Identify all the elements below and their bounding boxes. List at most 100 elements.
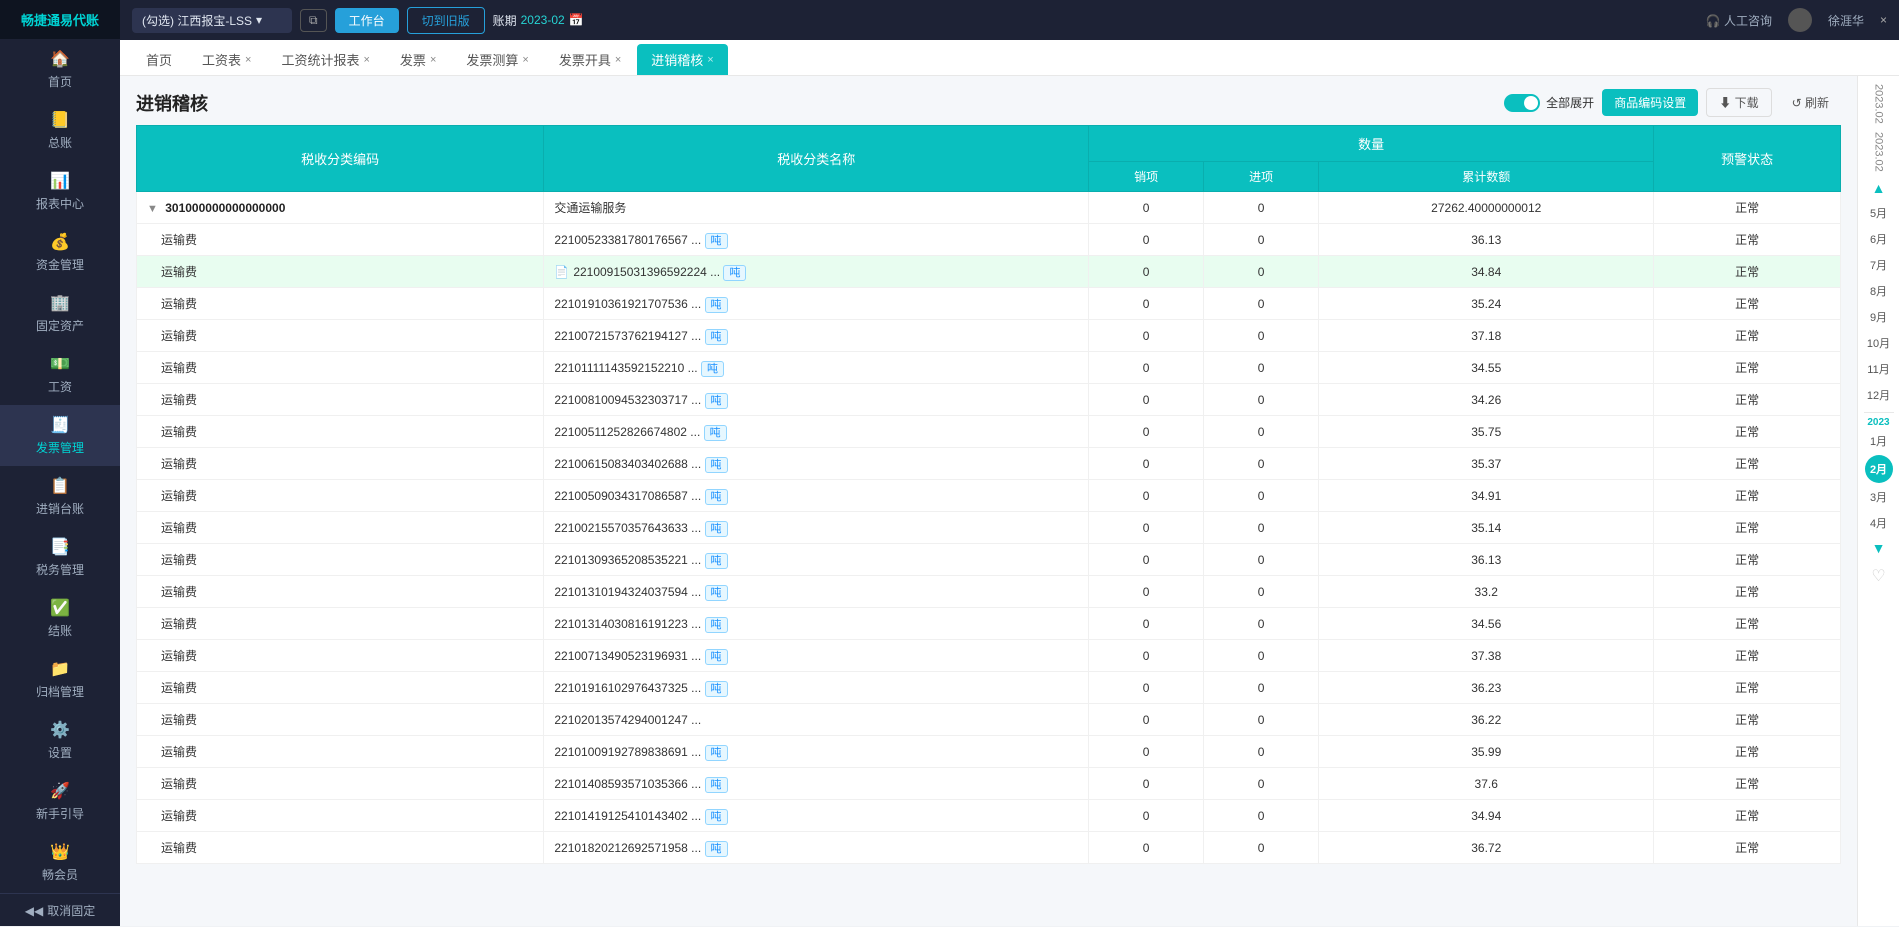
cal-month-2[interactable]: 2月 [1865, 455, 1893, 483]
tab-salary-table-close[interactable]: × [245, 54, 251, 66]
cal-month-4[interactable]: 4月 [1863, 511, 1895, 535]
col-sales: 销项 [1089, 162, 1204, 192]
cell-purchase: 0 [1204, 704, 1319, 736]
table-row: 运输费 22101408593571035366 ... 吨 0 0 37.6 … [137, 768, 1841, 800]
unit-badge: 吨 [705, 809, 728, 825]
cell-sales: 0 [1089, 448, 1204, 480]
tab-salary-stats-label: 工资统计报表 [281, 50, 359, 69]
cell-name: 运输费 [137, 608, 544, 640]
sidebar-item-guide[interactable]: 🚀 新手引导 [0, 771, 120, 832]
main-area: (勾选) 江西报宝-LSS ▾ ⧉ 工作台 切到旧版 账期 2023-02 📅 … [120, 0, 1899, 926]
unit-badge: 吨 [705, 841, 728, 857]
tab-sales-check[interactable]: 进销稽核 × [637, 44, 727, 75]
cal-month-8[interactable]: 8月 [1863, 279, 1895, 303]
unpin-label: 取消固定 [47, 902, 95, 919]
calendar-icon[interactable]: 📅 [569, 13, 584, 27]
cell-name: 交通运输服务 [544, 192, 1089, 224]
cell-status: 正常 [1654, 480, 1841, 512]
tab-invoice[interactable]: 发票 × [386, 44, 450, 75]
sidebar-item-settle[interactable]: ✅ 结账 [0, 588, 120, 649]
cell-name: 运输费 [137, 576, 544, 608]
settings-btn[interactable]: 商品编码设置 [1602, 89, 1698, 116]
sidebar-item-salary[interactable]: 💵 工资 [0, 344, 120, 405]
app-logo: 畅捷通易代账 [0, 0, 120, 39]
expand-toggle[interactable]: 全部展开 [1504, 94, 1594, 112]
sidebar-item-funds[interactable]: 💰 资金管理 [0, 222, 120, 283]
sidebar-item-member[interactable]: 👑 畅会员 [0, 832, 120, 893]
tab-salary-stats[interactable]: 工资统计报表 × [267, 44, 383, 75]
cal-month-11[interactable]: 11月 [1863, 357, 1895, 381]
cal-month-7[interactable]: 7月 [1863, 253, 1895, 277]
tab-home[interactable]: 首页 [132, 44, 186, 75]
unit-badge: 吨 [705, 777, 728, 793]
unit-badge: 吨 [705, 617, 728, 633]
support-link[interactable]: 🎧 人工咨询 [1706, 12, 1772, 29]
tab-invoice-open[interactable]: 发票开具 × [545, 44, 635, 75]
cell-name: 运输费 [137, 736, 544, 768]
cell-cumulative: 37.6 [1319, 768, 1654, 800]
cell-sales: 0 [1089, 384, 1204, 416]
cell-name: 运输费 [137, 672, 544, 704]
sidebar-item-assets[interactable]: 🏢 固定资产 [0, 283, 120, 344]
switch-version-button[interactable]: 切到旧版 [407, 7, 485, 34]
copy-button[interactable]: ⧉ [300, 9, 327, 32]
file-icon: 📄 [554, 265, 569, 279]
table-row: 运输费 22100215570357643633 ... 吨 0 0 35.14… [137, 512, 1841, 544]
sidebar-item-tax[interactable]: 📑 税务管理 [0, 527, 120, 588]
cell-sales: 0 [1089, 320, 1204, 352]
sidebar-item-archive[interactable]: 📁 归档管理 [0, 649, 120, 710]
tab-salary-table-label: 工资表 [202, 50, 241, 69]
refresh-btn[interactable]: ↺ 刷新 [1780, 89, 1841, 116]
cell-sales: 0 [1089, 768, 1204, 800]
table-row: 运输费 22100721573762194127 ... 吨 0 0 37.18… [137, 320, 1841, 352]
cell-purchase: 0 [1204, 416, 1319, 448]
cal-month-10[interactable]: 10月 [1863, 331, 1895, 355]
sidebar-item-invoice[interactable]: 🧾 发票管理 [0, 405, 120, 466]
tab-salary-table[interactable]: 工资表 × [188, 44, 265, 75]
table-row: ▼ 301000000000000000 交通运输服务 0 0 27262.40… [137, 192, 1841, 224]
tab-salary-stats-close[interactable]: × [363, 54, 369, 66]
switch-track[interactable] [1504, 94, 1540, 112]
tab-invoice-open-close[interactable]: × [615, 54, 621, 66]
cal-month-12[interactable]: 12月 [1863, 383, 1895, 407]
sidebar-item-label: 税务管理 [36, 561, 84, 578]
cal-month-9[interactable]: 9月 [1863, 305, 1895, 329]
sidebar-item-label: 固定资产 [36, 317, 84, 334]
sidebar-item-sales-desk[interactable]: 📋 进销台账 [0, 466, 120, 527]
table-row: 运输费 📄22100915031396592224 ... 吨 0 0 34.8… [137, 256, 1841, 288]
cal-month-5[interactable]: 5月 [1863, 201, 1895, 225]
tab-invoice-calc[interactable]: 发票测算 × [452, 44, 542, 75]
cal-month-3[interactable]: 3月 [1863, 485, 1895, 509]
cal-down-button[interactable]: ▼ [1868, 536, 1890, 560]
cell-name: 运输费 [137, 416, 544, 448]
close-button[interactable]: × [1880, 13, 1887, 27]
unpin-button[interactable]: ◀◀ 取消固定 [0, 893, 120, 927]
tab-invoice-close[interactable]: × [430, 54, 436, 66]
tab-sales-check-close[interactable]: × [707, 54, 713, 66]
cell-sales: 0 [1089, 672, 1204, 704]
settings-btn-label: 商品编码设置 [1614, 96, 1686, 110]
sidebar-item-ledger[interactable]: 📒 总账 [0, 100, 120, 161]
cal-up-button[interactable]: ▲ [1868, 176, 1890, 200]
cell-status: 正常 [1654, 832, 1841, 864]
download-label: 下载 [1735, 96, 1759, 110]
company-selector[interactable]: (勾选) 江西报宝-LSS ▾ [132, 8, 292, 33]
collapse-icon[interactable]: ▼ [147, 203, 158, 215]
cal-month-6[interactable]: 6月 [1863, 227, 1895, 251]
workbench-button[interactable]: 工作台 [335, 8, 399, 33]
cell-purchase: 0 [1204, 352, 1319, 384]
cell-name: 运输费 [137, 448, 544, 480]
cell-invoice: 22100215570357643633 ... 吨 [544, 512, 1089, 544]
sidebar-item-settings[interactable]: ⚙️ 设置 [0, 710, 120, 771]
cell-cumulative: 34.84 [1319, 256, 1654, 288]
funds-icon: 💰 [50, 232, 70, 252]
cell-cumulative: 35.24 [1319, 288, 1654, 320]
cell-invoice: 22101916102976437325 ... 吨 [544, 672, 1089, 704]
unit-badge: 吨 [723, 265, 746, 281]
tab-invoice-calc-close[interactable]: × [522, 54, 528, 66]
sidebar-item-reports[interactable]: 📊 报表中心 [0, 161, 120, 222]
cal-month-1[interactable]: 1月 [1863, 429, 1895, 453]
sidebar-item-home[interactable]: 🏠 首页 [0, 39, 120, 100]
download-btn[interactable]: ⬇ 下载 [1706, 88, 1771, 117]
sidebar-item-label: 资金管理 [36, 256, 84, 273]
